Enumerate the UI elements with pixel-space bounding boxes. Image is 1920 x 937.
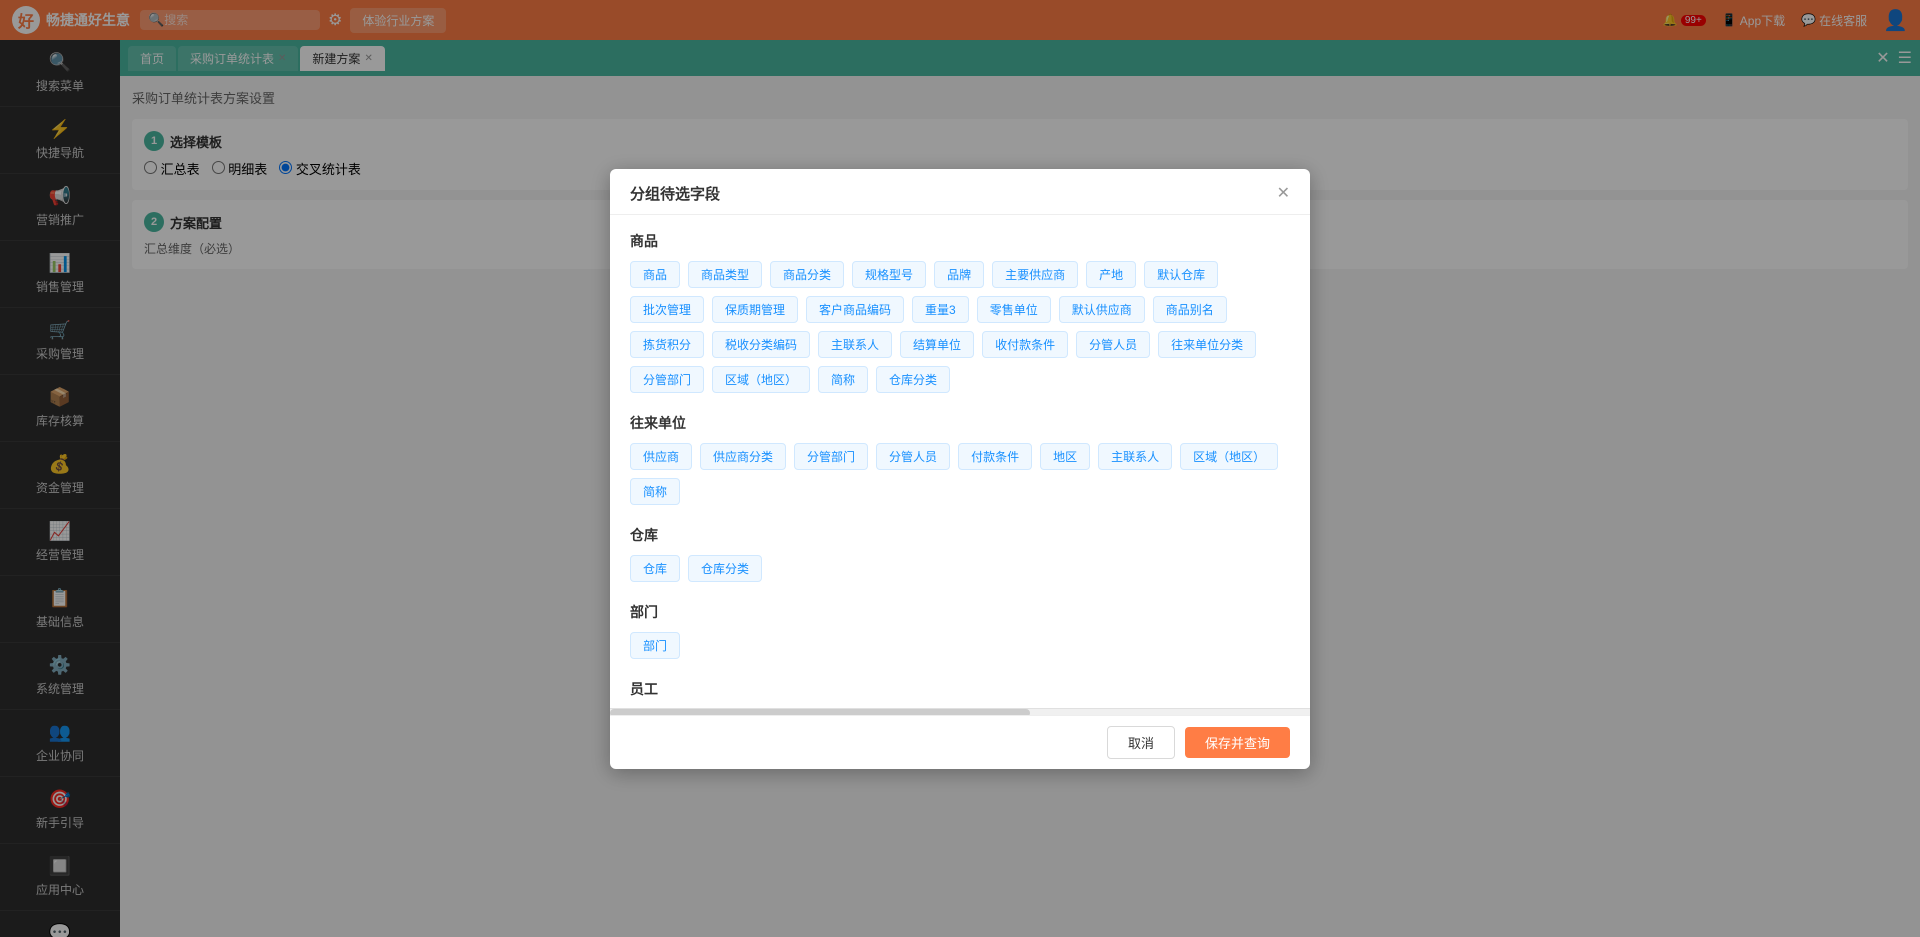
tag-goods-12[interactable]: 重量3	[912, 296, 969, 323]
tag-goods-21[interactable]: 分管人员	[1076, 331, 1150, 358]
section-title-goods: 商品	[630, 231, 1290, 251]
modal-field-selector: 分组待选字段 ✕ 商品 商品 商品类型 商品分类 规格型号 品牌 主要供应商 产…	[610, 169, 1310, 769]
tag-partner-4[interactable]: 分管人员	[876, 443, 950, 470]
tag-goods-22[interactable]: 往来单位分类	[1158, 331, 1256, 358]
tag-group-partner: 供应商 供应商分类 分管部门 分管人员 付款条件 地区 主联系人 区域（地区） …	[630, 443, 1290, 505]
cancel-button[interactable]: 取消	[1107, 726, 1175, 759]
tag-goods-11[interactable]: 客户商品编码	[806, 296, 904, 323]
tag-partner-5[interactable]: 付款条件	[958, 443, 1032, 470]
tag-partner-8[interactable]: 区域（地区）	[1180, 443, 1278, 470]
save-button[interactable]: 保存并查询	[1185, 727, 1290, 758]
tag-goods-25[interactable]: 简称	[818, 366, 868, 393]
modal-close-icon[interactable]: ✕	[1277, 183, 1290, 203]
tag-group-dept: 部门	[630, 632, 1290, 659]
tag-goods-24[interactable]: 区域（地区）	[712, 366, 810, 393]
tag-partner-9[interactable]: 简称	[630, 478, 680, 505]
tag-goods-1[interactable]: 商品	[630, 261, 680, 288]
section-title-warehouse: 仓库	[630, 525, 1290, 545]
tag-goods-4[interactable]: 规格型号	[852, 261, 926, 288]
tag-goods-14[interactable]: 默认供应商	[1059, 296, 1145, 323]
tag-group-goods: 商品 商品类型 商品分类 规格型号 品牌 主要供应商 产地 默认仓库 批次管理 …	[630, 261, 1290, 393]
tag-partner-2[interactable]: 供应商分类	[700, 443, 786, 470]
modal-footer: 取消 保存并查询	[610, 715, 1310, 769]
tag-goods-18[interactable]: 主联系人	[818, 331, 892, 358]
modal-hscroll[interactable]	[610, 708, 1310, 714]
tag-goods-13[interactable]: 零售单位	[977, 296, 1051, 323]
tag-goods-19[interactable]: 结算单位	[900, 331, 974, 358]
tag-goods-8[interactable]: 默认仓库	[1144, 261, 1218, 288]
tag-warehouse-1[interactable]: 仓库	[630, 555, 680, 582]
tag-group-warehouse: 仓库 仓库分类	[630, 555, 1290, 582]
tag-goods-23[interactable]: 分管部门	[630, 366, 704, 393]
section-title-partner: 往来单位	[630, 413, 1290, 433]
tag-warehouse-2[interactable]: 仓库分类	[688, 555, 762, 582]
tag-partner-7[interactable]: 主联系人	[1098, 443, 1172, 470]
tag-goods-6[interactable]: 主要供应商	[992, 261, 1078, 288]
tag-partner-3[interactable]: 分管部门	[794, 443, 868, 470]
tag-goods-16[interactable]: 拣货积分	[630, 331, 704, 358]
tag-goods-17[interactable]: 税收分类编码	[712, 331, 810, 358]
tag-goods-15[interactable]: 商品别名	[1153, 296, 1227, 323]
tag-goods-5[interactable]: 品牌	[934, 261, 984, 288]
tag-goods-7[interactable]: 产地	[1086, 261, 1136, 288]
modal-hscroll-thumb	[610, 709, 1030, 714]
tag-partner-6[interactable]: 地区	[1040, 443, 1090, 470]
modal-body: 商品 商品 商品类型 商品分类 规格型号 品牌 主要供应商 产地 默认仓库 批次…	[610, 215, 1310, 709]
tag-goods-26[interactable]: 仓库分类	[876, 366, 950, 393]
tag-goods-3[interactable]: 商品分类	[770, 261, 844, 288]
modal-header: 分组待选字段 ✕	[610, 169, 1310, 215]
tag-goods-10[interactable]: 保质期管理	[712, 296, 798, 323]
tag-dept-1[interactable]: 部门	[630, 632, 680, 659]
tag-partner-1[interactable]: 供应商	[630, 443, 692, 470]
tag-goods-20[interactable]: 收付款条件	[982, 331, 1068, 358]
tag-goods-2[interactable]: 商品类型	[688, 261, 762, 288]
section-title-dept: 部门	[630, 602, 1290, 622]
modal-title: 分组待选字段	[630, 183, 720, 204]
section-title-staff: 员工	[630, 679, 1290, 699]
tag-goods-9[interactable]: 批次管理	[630, 296, 704, 323]
